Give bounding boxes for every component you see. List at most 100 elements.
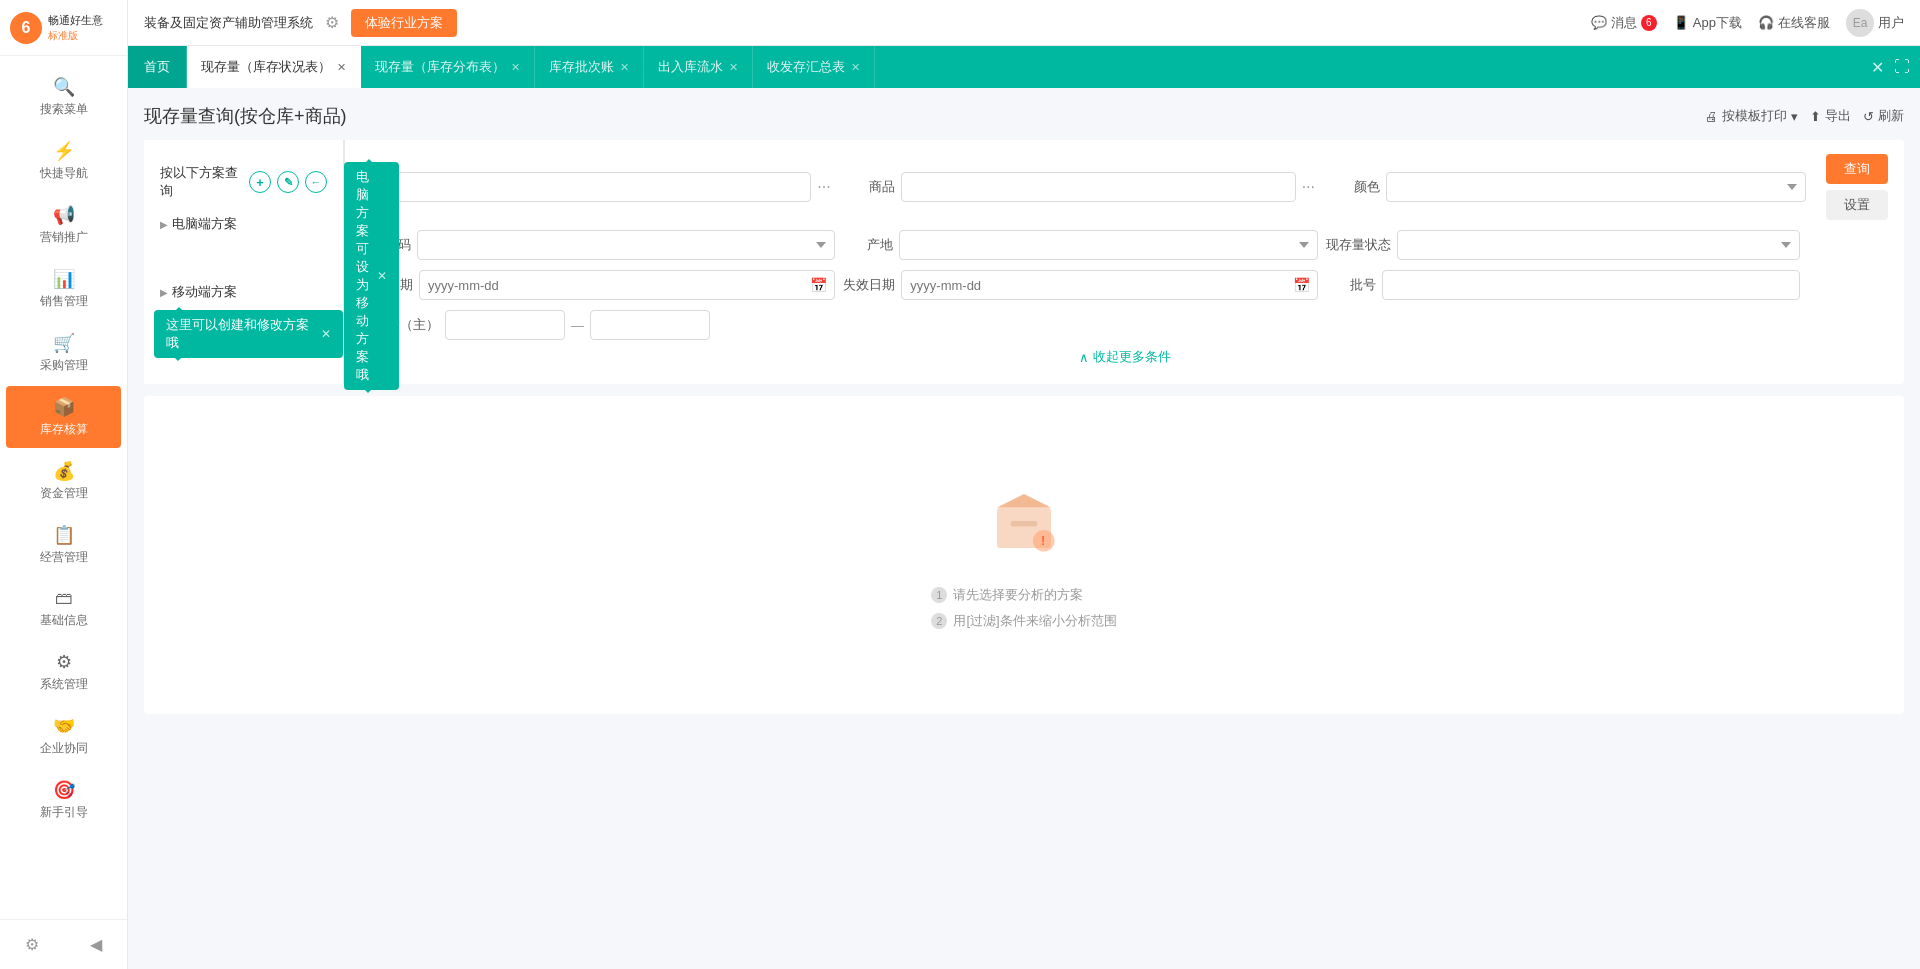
tooltip-create-scheme: 这里可以创建和修改方案哦 ✕	[154, 310, 343, 358]
sidebar-item-sales[interactable]: 📊 销售管理	[6, 258, 121, 320]
warehouse-input[interactable]	[397, 172, 811, 202]
sidebar-item-search[interactable]: 🔍 搜索菜单	[6, 66, 121, 128]
sidebar-nav: 🔍 搜索菜单 ⚡ 快捷导航 📢 营销推广 📊 销售管理 🛒 采购管理 📦 库存核…	[0, 56, 127, 919]
product-ellipsis[interactable]: ···	[1302, 178, 1322, 196]
filter-layout: 按以下方案查询 + ✎ ← ▶ 电脑端方案 ▶	[144, 140, 1904, 384]
origin-select[interactable]	[899, 230, 1317, 260]
tip-num-2: 2	[931, 613, 947, 629]
header-gear-icon[interactable]: ⚙	[325, 13, 339, 32]
enterprise-icon: 🤝	[53, 715, 75, 737]
settings-bottom-btn[interactable]: ⚙	[20, 930, 44, 959]
sidebar-item-system[interactable]: ⚙ 系统管理	[6, 641, 121, 703]
arrow-scheme-btn[interactable]: ←	[305, 171, 327, 193]
color-label: 颜色	[1330, 178, 1380, 196]
batch-no-input[interactable]	[1382, 270, 1800, 300]
guide-icon: 🎯	[53, 779, 75, 801]
print-btn[interactable]: 🖨 按模板打印 ▾	[1705, 107, 1798, 125]
tab-inout-flow[interactable]: 出入库流水 ✕	[644, 46, 753, 88]
sidebar-item-guide[interactable]: 🎯 新手引导	[6, 769, 121, 831]
size-select[interactable]	[417, 230, 835, 260]
tab-close-recv-summary[interactable]: ✕	[851, 61, 860, 74]
batch-no-label: 批号	[1326, 276, 1376, 294]
tab-inventory-dist[interactable]: 现存量（库存分布表） ✕	[361, 46, 535, 88]
sidebar-item-inventory[interactable]: 📦 库存核算	[6, 386, 121, 448]
stock-status-select[interactable]	[1397, 230, 1800, 260]
edit-scheme-btn[interactable]: ✎	[277, 171, 299, 193]
finance-icon: 💰	[53, 460, 75, 482]
tooltip2-close[interactable]: ✕	[321, 327, 331, 341]
stock-main-to[interactable]	[590, 310, 710, 340]
expiry-date-label: 失效日期	[843, 276, 895, 294]
message-action[interactable]: 💬 消息 6	[1591, 14, 1657, 32]
search-btn[interactable]: 查询	[1826, 154, 1888, 184]
collapse-bar[interactable]: ∧ 收起更多条件	[361, 340, 1888, 370]
header-left: 装备及固定资产辅助管理系统 ⚙ 体验行业方案	[144, 9, 457, 37]
tab-inventory-status[interactable]: 现存量（库存状况表） ✕	[187, 46, 361, 88]
tab-close-inout-flow[interactable]: ✕	[729, 61, 738, 74]
app-download-action[interactable]: 📱 App下载	[1673, 14, 1742, 32]
logo-text: 畅通好生意 标准版	[48, 13, 103, 42]
stock-main-from[interactable]	[445, 310, 565, 340]
filter-rows: 仓库 ··· 商品 ···	[361, 154, 1888, 340]
refresh-btn[interactable]: ↺ 刷新	[1863, 107, 1904, 125]
empty-icon: !	[979, 476, 1069, 566]
add-scheme-btn[interactable]: +	[249, 171, 271, 193]
svg-marker-1	[997, 494, 1051, 508]
sidebar-item-quick[interactable]: ⚡ 快捷导航	[6, 130, 121, 192]
search-icon: 🔍	[53, 76, 75, 98]
tab-batch-ledger[interactable]: 库存批次账 ✕	[535, 46, 644, 88]
tab-close-icon[interactable]: ✕	[1871, 58, 1884, 77]
system-name-label: 装备及固定资产辅助管理系统	[144, 14, 313, 32]
sales-icon: 📊	[53, 268, 75, 290]
tab-bar: 首页 现存量（库存状况表） ✕ 现存量（库存分布表） ✕ 库存批次账 ✕ 出入库…	[128, 46, 1920, 88]
tab-close-inventory-status[interactable]: ✕	[337, 61, 346, 74]
logo-icon: 6	[10, 12, 42, 44]
user-action[interactable]: Ea 用户	[1846, 9, 1904, 37]
tab-fullscreen-icon[interactable]: ⛶	[1894, 58, 1910, 76]
message-badge: 6	[1641, 15, 1657, 31]
tab-close-inventory-dist[interactable]: ✕	[511, 61, 520, 74]
sidebar-item-base[interactable]: 🗃 基础信息	[6, 578, 121, 639]
support-action[interactable]: 🎧 在线客服	[1758, 14, 1830, 32]
page-title-bar: 现存量查询(按仓库+商品) 🖨 按模板打印 ▾ ⬆ 导出 ↺ 刷新	[144, 104, 1904, 128]
collapse-sidebar-btn[interactable]: ◀	[85, 930, 107, 959]
reset-btn[interactable]: 设置	[1826, 190, 1888, 220]
headset-icon: 🎧	[1758, 15, 1774, 30]
tab-home[interactable]: 首页	[128, 46, 187, 88]
warehouse-ellipsis[interactable]: ···	[817, 178, 837, 196]
product-input[interactable]	[901, 172, 1295, 202]
prod-date-wrap: 📅	[419, 270, 835, 300]
user-avatar: Ea	[1846, 9, 1874, 37]
sidebar: 6 畅通好生意 标准版 🔍 搜索菜单 ⚡ 快捷导航 📢 营销推广 📊 销售管理 …	[0, 0, 128, 969]
expiry-date-input[interactable]	[901, 270, 1317, 300]
tooltip1-close[interactable]: ✕	[377, 269, 387, 283]
lightning-icon: ⚡	[53, 140, 75, 162]
prod-date-input[interactable]	[419, 270, 835, 300]
search-reset-group: 查询 设置	[1826, 154, 1888, 220]
filter-actions: + ✎ ←	[249, 171, 327, 193]
calendar-icon-2: 📅	[1293, 277, 1310, 293]
sidebar-item-finance[interactable]: 💰 资金管理	[6, 450, 121, 512]
tab-recv-summary[interactable]: 收发存汇总表 ✕	[753, 46, 875, 88]
tree-arrow-mobile: ▶	[160, 287, 168, 298]
export-icon: ⬆	[1810, 109, 1821, 124]
main-area: 装备及固定资产辅助管理系统 ⚙ 体验行业方案 💬 消息 6 📱 App下载 🎧 …	[128, 0, 1920, 969]
calendar-icon-1: 📅	[810, 277, 827, 293]
color-select[interactable]	[1386, 172, 1806, 202]
filter-fields: 仓库 ··· 商品 ···	[345, 140, 1904, 384]
page-content: 现存量查询(按仓库+商品) 🖨 按模板打印 ▾ ⬆ 导出 ↺ 刷新	[128, 88, 1920, 969]
stock-status-label: 现存量状态	[1326, 236, 1391, 254]
sidebar-item-marketing[interactable]: 📢 营销推广	[6, 194, 121, 256]
tree-arrow-pc: ▶	[160, 219, 168, 230]
sidebar-item-operation[interactable]: 📋 经营管理	[6, 514, 121, 576]
trial-btn[interactable]: 体验行业方案	[351, 9, 457, 37]
origin-label: 产地	[843, 236, 893, 254]
filter-card: 按以下方案查询 + ✎ ← ▶ 电脑端方案 ▶	[144, 140, 1904, 384]
export-btn[interactable]: ⬆ 导出	[1810, 107, 1851, 125]
tooltip-pc-scheme: 电脑方案可设为移动方案哦 ✕	[344, 162, 399, 390]
purchase-icon: 🛒	[53, 332, 75, 354]
sidebar-item-purchase[interactable]: 🛒 采购管理	[6, 322, 121, 384]
tab-close-batch-ledger[interactable]: ✕	[620, 61, 629, 74]
sidebar-item-enterprise[interactable]: 🤝 企业协同	[6, 705, 121, 767]
pc-scheme-item[interactable]: ▶ 电脑端方案	[150, 210, 337, 238]
